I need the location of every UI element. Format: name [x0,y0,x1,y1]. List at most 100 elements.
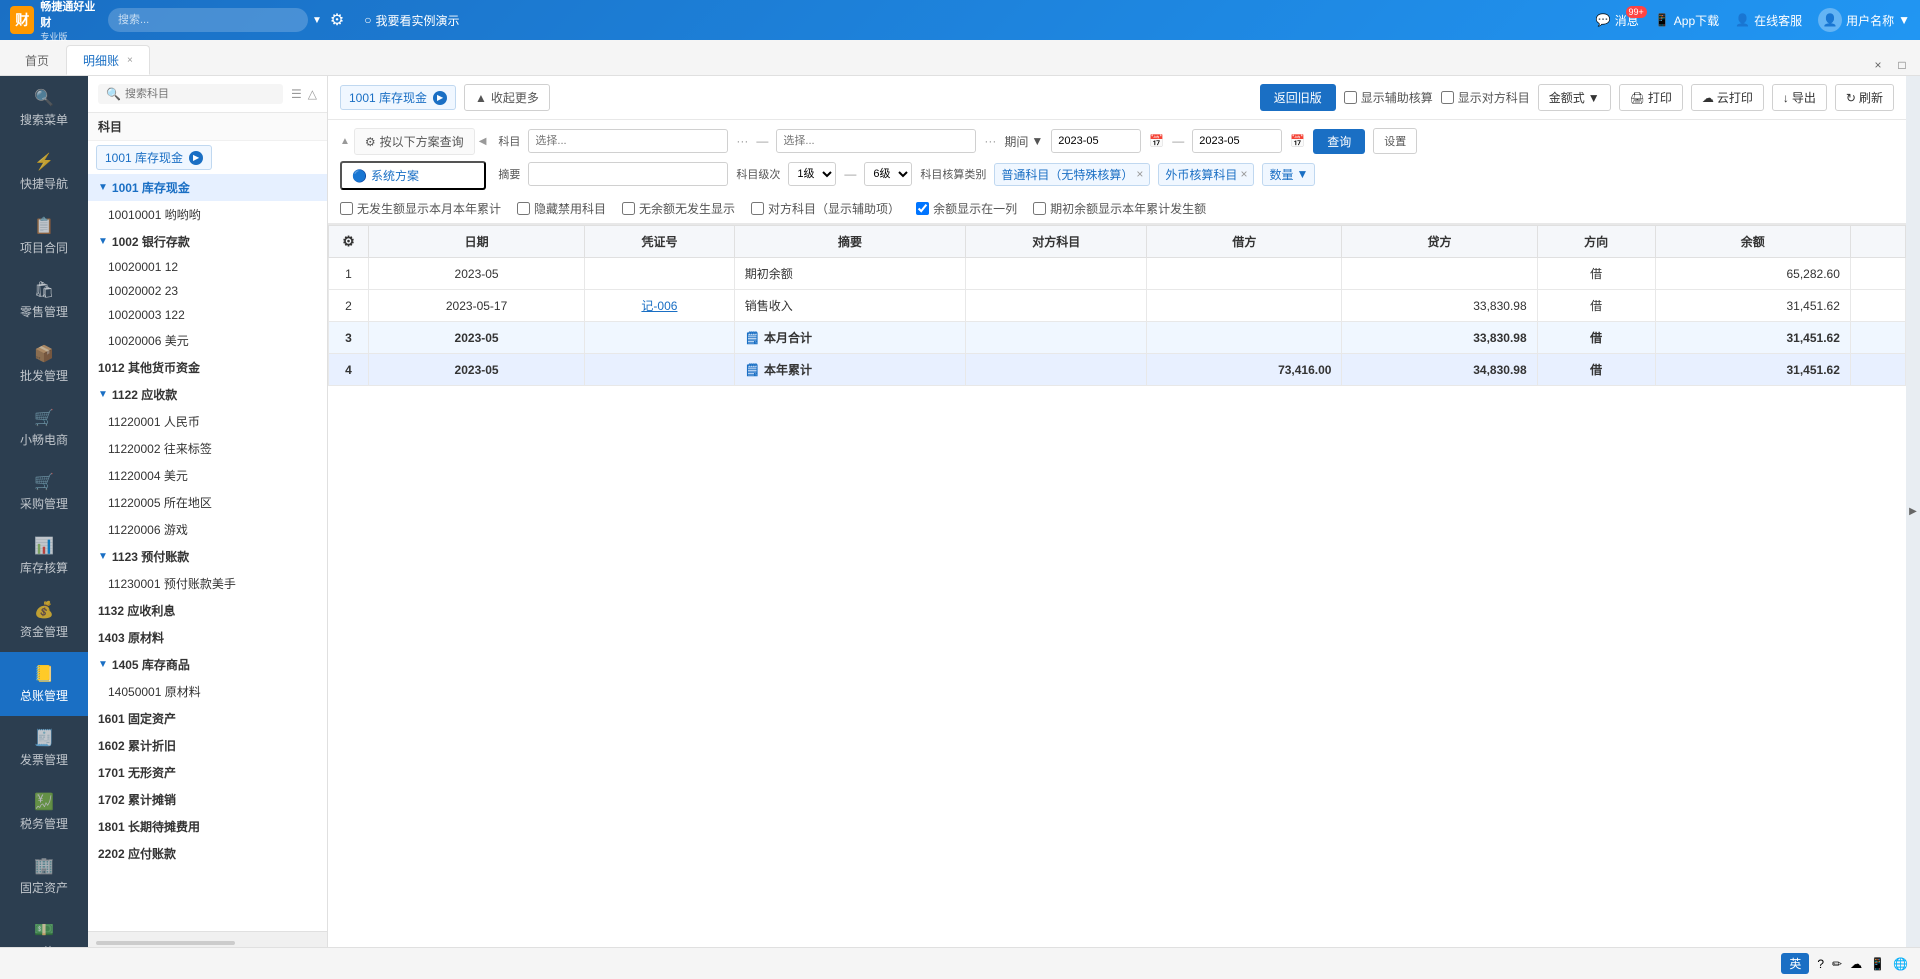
search-dropdown-icon[interactable]: ▼ [312,15,322,26]
tab-close-icon[interactable]: × [127,55,133,66]
show-aux-check[interactable] [1344,91,1357,104]
expand-all-icon[interactable]: ☰ [291,87,302,101]
sidebar-item-finance[interactable]: 💰 资金管理 [0,588,88,652]
tree-hscroll[interactable] [88,939,327,947]
print-btn[interactable]: 🖨 打印 [1619,84,1683,111]
period-calendar-icon-2[interactable]: 📅 [1290,134,1305,148]
sidebar-item-quicknav[interactable]: ⚡ 快捷导航 [0,140,88,204]
account-item-10020006[interactable]: 10020006 美元 [88,327,327,354]
summary-input[interactable] [528,162,728,186]
checkbox-no-balance[interactable]: 无余额无发生显示 [622,200,735,217]
subject-input-2[interactable] [776,129,976,153]
account-item-1403[interactable]: 1403 原材料 [88,624,327,651]
account-item-11230001[interactable]: 11230001 预付账款美手 [88,570,327,597]
sidebar-item-ledger[interactable]: 📒 总账管理 [0,652,88,716]
query-scheme-btn[interactable]: ⚙ 按以下方案查询 [354,128,475,155]
collapse-more-btn[interactable]: ▲ 收起更多 [464,84,550,111]
sidebar-item-payroll[interactable]: 💵 工资 [0,908,88,947]
level-to-select[interactable]: 6级4级5级 [864,162,912,186]
account-item-1405[interactable]: ▼ 1405 库存商品 [88,651,327,678]
settings-icon[interactable]: ⚙ [330,10,344,30]
account-search-box[interactable]: 🔍 [98,84,283,104]
checkbox-no-occurrence[interactable]: 无发生额显示本月本年累计 [340,200,501,217]
maximize-window-btn[interactable]: □ [1892,55,1912,75]
account-search-input[interactable] [125,88,275,100]
sidebar-item-invoice[interactable]: 🧾 发票管理 [0,716,88,780]
table-settings-icon[interactable]: ⚙ [342,233,355,249]
account-item-1701[interactable]: 1701 无形资产 [88,759,327,786]
account-item-11220006[interactable]: 11220006 游戏 [88,516,327,543]
checkbox-contra[interactable]: 对方科目（显示辅助项） [751,200,900,217]
period-from-input[interactable] [1051,129,1141,153]
mobile-icon[interactable]: 📱 [1870,957,1885,971]
account-item-1132[interactable]: 1132 应收利息 [88,597,327,624]
close-window-btn[interactable]: × [1868,55,1888,75]
search-input[interactable] [108,8,308,32]
account-item-14050001[interactable]: 14050001 原材料 [88,678,327,705]
globe-icon[interactable]: 🌐 [1893,957,1908,971]
show-aux-checkbox[interactable]: 显示辅助核算 [1344,89,1433,106]
online-service-btn[interactable]: 👤 在线客服 [1735,12,1802,29]
account-item-1012[interactable]: 1012 其他货币资金 [88,354,327,381]
check-balance-one-col[interactable] [916,202,929,215]
checkbox-hide-disabled[interactable]: 隐藏禁用科目 [517,200,606,217]
account-item-2202[interactable]: 2202 应付账款 [88,840,327,867]
right-collapse-panel[interactable]: ▶ [1906,76,1920,947]
sidebar-item-project[interactable]: 📋 项目合同 [0,204,88,268]
sidebar-item-wholesale[interactable]: 📦 批发管理 [0,332,88,396]
check-hide-disabled[interactable] [517,202,530,215]
account-jump-btn[interactable]: ▶ [433,91,447,105]
account-item-1702[interactable]: 1702 累计摊销 [88,786,327,813]
account-item-1001[interactable]: ▼ 1001 库存现金 [88,174,327,201]
account-item-1801[interactable]: 1801 长期待摊费用 [88,813,327,840]
edit-icon[interactable]: ✏ [1832,957,1842,971]
tab-home[interactable]: 首页 [8,45,66,75]
sidebar-item-purchase[interactable]: 🛒 采购管理 [0,460,88,524]
account-item-11220005[interactable]: 11220005 所在地区 [88,489,327,516]
user-area[interactable]: 👤 用户名称 ▼ [1818,8,1910,32]
check-no-balance[interactable] [622,202,635,215]
demo-link[interactable]: ○ 我要看实例演示 [364,12,459,29]
checkbox-ytd[interactable]: 期初余额显示本年累计发生额 [1033,200,1206,217]
account-item-1602[interactable]: 1602 累计折旧 [88,732,327,759]
period-to-input[interactable] [1192,129,1282,153]
lang-btn[interactable]: 英 [1781,953,1809,974]
voucher-link[interactable]: 记-006 [641,299,677,313]
col-settings[interactable]: ⚙ [329,226,369,258]
account-item-11220004[interactable]: 11220004 美元 [88,462,327,489]
refresh-btn[interactable]: ↻ 刷新 [1835,84,1894,111]
check-no-occurrence[interactable] [340,202,353,215]
show-contra-checkbox[interactable]: 显示对方科目 [1441,89,1530,106]
account-item-10020001[interactable]: 10020001 12 [88,255,327,279]
query-btn[interactable]: 查询 [1313,129,1365,154]
sidebar-item-inventory[interactable]: 📊 库存核算 [0,524,88,588]
system-scheme-btn[interactable]: 🔵 系统方案 [340,161,486,190]
account-item-1002[interactable]: ▼ 1002 银行存款 [88,228,327,255]
period-calendar-icon-1[interactable]: 📅 [1149,134,1164,148]
collapse-filter-icon[interactable]: ◀ [479,136,487,147]
expand-filter-icon[interactable]: ▲ [340,136,350,147]
remove-tag-2[interactable]: × [1240,167,1247,181]
sidebar-item-ecommerce[interactable]: 🛒 小畅电商 [0,396,88,460]
checkbox-balance-one-col[interactable]: 余额显示在一列 [916,200,1017,217]
app-download-btn[interactable]: 📱 App下载 [1655,12,1719,29]
cell-voucher[interactable]: 记-006 [585,290,735,322]
collapse-all-icon[interactable]: △ [308,87,317,101]
show-contra-check[interactable] [1441,91,1454,104]
export-btn[interactable]: ↓ 导出 [1772,84,1827,111]
cloud-print-btn[interactable]: ☁ 云打印 [1691,84,1764,111]
account-item-10020002[interactable]: 10020002 23 [88,279,327,303]
help-icon[interactable]: ? [1817,957,1824,971]
account-item-1123[interactable]: ▼ 1123 预付账款 [88,543,327,570]
settings-btn[interactable]: 设置 [1373,128,1417,154]
account-item-1601[interactable]: 1601 固定资产 [88,705,327,732]
tab-detail-ledger[interactable]: 明细账 × [66,45,150,75]
sidebar-item-search[interactable]: 🔍 搜索菜单 [0,76,88,140]
return-old-btn[interactable]: 返回旧版 [1260,84,1336,111]
check-ytd[interactable] [1033,202,1046,215]
cloud-icon[interactable]: ☁ [1850,957,1862,971]
account-item-10010001[interactable]: 10010001 哟哟哟 [88,201,327,228]
account-navigate-btn[interactable]: ▶ [189,151,203,165]
remove-tag-1[interactable]: × [1136,167,1143,181]
sidebar-item-assets[interactable]: 🏢 固定资产 [0,844,88,908]
